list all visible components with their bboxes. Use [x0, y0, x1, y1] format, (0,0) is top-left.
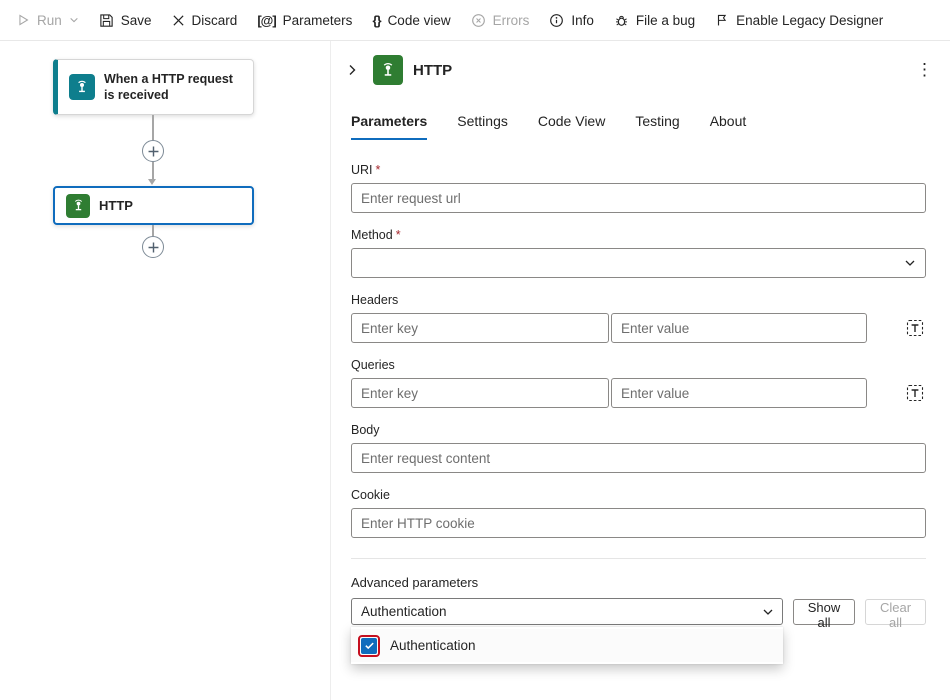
http-action-card[interactable]: HTTP: [53, 186, 254, 225]
checked-checkbox[interactable]: [361, 638, 377, 654]
trigger-card-title: When a HTTP request is received: [104, 71, 242, 104]
connector-line: [152, 162, 154, 179]
cookie-label: Cookie: [351, 488, 926, 502]
advanced-parameters-combobox[interactable]: Authentication: [351, 598, 783, 625]
http-action-icon: [66, 194, 90, 218]
parameters-button[interactable]: [@] Parameters: [247, 3, 362, 37]
tab-about[interactable]: About: [710, 113, 747, 140]
info-circle-icon: [549, 13, 564, 28]
code-view-button[interactable]: {} Code view: [362, 3, 460, 37]
http-action-icon: [373, 55, 403, 85]
flag-icon: [715, 13, 729, 27]
parameters-label: Parameters: [283, 13, 353, 28]
section-divider: [351, 558, 926, 559]
parameters-form: URI* Method* Headers Queries Bo: [331, 140, 950, 664]
discard-button[interactable]: Discard: [162, 3, 248, 37]
queries-key-input[interactable]: [351, 378, 609, 408]
checkbox-focus-ring: [358, 635, 380, 657]
save-label: Save: [121, 13, 152, 28]
error-circle-icon: [471, 13, 486, 28]
method-label: Method*: [351, 228, 926, 242]
advanced-parameters-dropdown: Authentication: [351, 627, 783, 664]
advanced-parameters-label: Advanced parameters: [351, 575, 926, 590]
discard-label: Discard: [192, 13, 238, 28]
queries-label: Queries: [351, 358, 926, 372]
insert-step-button[interactable]: [142, 140, 164, 162]
body-input[interactable]: [351, 443, 926, 473]
enable-legacy-designer-button[interactable]: Enable Legacy Designer: [705, 3, 893, 37]
command-bar: Run Save Discard [@] Parameters {} Code …: [0, 0, 950, 41]
clear-all-button[interactable]: Clear all: [865, 599, 926, 625]
run-button[interactable]: Run: [6, 3, 89, 37]
play-icon: [16, 13, 30, 27]
bug-icon: [614, 13, 629, 28]
dropdown-option-label: Authentication: [390, 638, 476, 653]
operation-details-panel: HTTP ⋮ Parameters Settings Code View Tes…: [330, 41, 950, 700]
braces-icon: {}: [372, 13, 380, 28]
run-label: Run: [37, 13, 62, 28]
errors-button[interactable]: Errors: [461, 3, 540, 37]
body-label: Body: [351, 423, 926, 437]
method-dropdown[interactable]: [351, 248, 926, 278]
workflow-canvas: When a HTTP request is received HTTP: [0, 41, 330, 700]
connector-line: [152, 225, 154, 236]
errors-label: Errors: [493, 13, 530, 28]
info-label: Info: [571, 13, 594, 28]
collapse-panel-button[interactable]: [341, 59, 363, 81]
required-mark: *: [376, 163, 381, 177]
cookie-input[interactable]: [351, 508, 926, 538]
code-view-label: Code view: [388, 13, 451, 28]
headers-label: Headers: [351, 293, 926, 307]
add-action-button[interactable]: [142, 236, 164, 258]
required-mark: *: [396, 228, 401, 242]
chevron-down-icon: [904, 257, 916, 269]
show-all-button[interactable]: Show all: [793, 599, 855, 625]
headers-key-input[interactable]: [351, 313, 609, 343]
queries-value-input[interactable]: [611, 378, 867, 408]
trigger-card[interactable]: When a HTTP request is received: [53, 59, 254, 115]
tab-code-view[interactable]: Code View: [538, 113, 605, 140]
dismiss-icon: [172, 14, 185, 27]
info-button[interactable]: Info: [539, 3, 604, 37]
connector-line: [152, 115, 154, 140]
tab-settings[interactable]: Settings: [457, 113, 508, 140]
panel-tabs: Parameters Settings Code View Testing Ab…: [331, 113, 950, 140]
tab-testing[interactable]: Testing: [635, 113, 679, 140]
panel-header: HTTP ⋮: [331, 41, 950, 85]
uri-label: URI*: [351, 163, 926, 177]
file-a-bug-button[interactable]: File a bug: [604, 3, 705, 37]
connector-arrowhead: [148, 179, 156, 185]
queries-text-mode-icon[interactable]: [906, 384, 924, 402]
queries-row: [351, 378, 926, 408]
uri-input[interactable]: [351, 183, 926, 213]
http-action-card-title: HTTP: [99, 197, 133, 214]
headers-row: [351, 313, 926, 343]
dropdown-option-authentication[interactable]: Authentication: [351, 629, 783, 662]
file-a-bug-label: File a bug: [636, 13, 695, 28]
tab-parameters[interactable]: Parameters: [351, 113, 427, 140]
http-request-trigger-icon: [69, 74, 95, 100]
headers-value-input[interactable]: [611, 313, 867, 343]
headers-text-mode-icon[interactable]: [906, 319, 924, 337]
advanced-parameters-row: Authentication Show all Clear all: [351, 598, 926, 625]
combobox-value: Authentication: [361, 604, 447, 619]
enable-legacy-designer-label: Enable Legacy Designer: [736, 13, 883, 28]
save-button[interactable]: Save: [89, 3, 162, 37]
panel-title: HTTP: [413, 62, 452, 79]
save-icon: [99, 13, 114, 28]
chevron-down-icon: [762, 606, 774, 618]
more-commands-icon[interactable]: ⋮: [911, 60, 938, 80]
chevron-down-icon: [69, 15, 79, 25]
parameters-icon: [@]: [257, 13, 275, 28]
